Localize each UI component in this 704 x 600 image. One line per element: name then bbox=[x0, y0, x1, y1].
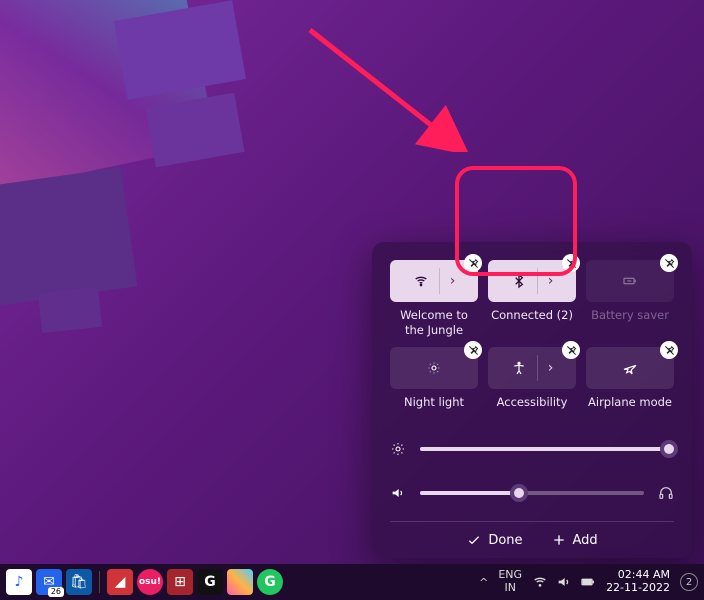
battery-saver-icon bbox=[622, 273, 638, 289]
volume-icon bbox=[390, 485, 406, 501]
night-light-label: Night light bbox=[390, 395, 478, 423]
sliders bbox=[390, 441, 674, 501]
bluetooth-label: Connected (2) bbox=[488, 308, 576, 336]
taskbar-apps: ♪ ✉ 🛍 ◢ osu! ⊞ G G bbox=[6, 569, 283, 595]
night-light-icon bbox=[426, 360, 442, 376]
brightness-row bbox=[390, 441, 674, 457]
language-switcher[interactable]: ENG IN bbox=[498, 569, 522, 594]
mail-icon[interactable]: ✉ bbox=[36, 569, 62, 595]
unpin-icon[interactable] bbox=[660, 254, 678, 272]
taskbar: ♪ ✉ 🛍 ◢ osu! ⊞ G G ^ ENG IN 02:44 AM bbox=[0, 564, 704, 600]
taskbar-separator bbox=[99, 571, 100, 593]
chevron-right-icon[interactable]: › bbox=[450, 273, 456, 289]
taskbar-clock[interactable]: 02:44 AM 22-11-2022 bbox=[606, 569, 670, 594]
store-icon[interactable]: 🛍 bbox=[66, 569, 92, 595]
accessibility-icon bbox=[511, 360, 527, 376]
system-icons[interactable] bbox=[532, 574, 596, 590]
volume-slider[interactable] bbox=[420, 491, 644, 495]
airplane-label: Airplane mode bbox=[586, 395, 674, 423]
osu-icon[interactable]: osu! bbox=[137, 569, 163, 595]
tile-battery-saver: Battery saver bbox=[586, 260, 674, 337]
wifi-tray-icon bbox=[532, 574, 548, 590]
itunes-icon[interactable]: ♪ bbox=[6, 569, 32, 595]
unpin-icon[interactable] bbox=[464, 254, 482, 272]
chevron-right-icon[interactable]: › bbox=[548, 273, 554, 289]
taskbar-system-tray: ^ ENG IN 02:44 AM 22-11-2022 2 bbox=[479, 569, 698, 594]
brightness-icon bbox=[390, 441, 406, 457]
bluetooth-icon bbox=[511, 273, 527, 289]
done-label: Done bbox=[488, 533, 522, 548]
check-icon bbox=[466, 532, 482, 548]
tile-accessibility: › Accessibility bbox=[488, 347, 576, 423]
tile-wifi: › Welcome to the Jungle bbox=[390, 260, 478, 337]
airplane-icon bbox=[622, 360, 638, 376]
unpin-icon[interactable] bbox=[562, 341, 580, 359]
add-button[interactable]: Add bbox=[551, 532, 598, 548]
valorant-icon[interactable]: ◢ bbox=[107, 569, 133, 595]
tile-night-light: Night light bbox=[390, 347, 478, 423]
chevron-right-icon[interactable]: › bbox=[548, 360, 554, 376]
brightness-slider[interactable] bbox=[420, 447, 674, 451]
wifi-label: Welcome to the Jungle bbox=[390, 308, 478, 337]
wifi-icon bbox=[413, 273, 429, 289]
lang-bottom: IN bbox=[498, 582, 522, 595]
accessibility-label: Accessibility bbox=[488, 395, 576, 423]
quick-settings-tiles: › Welcome to the Jungle › Connected (2) bbox=[390, 260, 674, 423]
tile-airplane: Airplane mode bbox=[586, 347, 674, 423]
done-button[interactable]: Done bbox=[466, 532, 522, 548]
tray-overflow-chevron[interactable]: ^ bbox=[479, 576, 488, 589]
unpin-icon[interactable] bbox=[562, 254, 580, 272]
quick-settings-panel: › Welcome to the Jungle › Connected (2) bbox=[372, 242, 692, 558]
quick-settings-footer: Done Add bbox=[390, 521, 674, 548]
notification-count[interactable]: 2 bbox=[680, 573, 698, 591]
plus-icon bbox=[551, 532, 567, 548]
logi-icon[interactable]: G bbox=[197, 569, 223, 595]
unpin-icon[interactable] bbox=[660, 341, 678, 359]
battery-saver-label: Battery saver bbox=[586, 308, 674, 336]
grammarly-icon[interactable]: G bbox=[257, 569, 283, 595]
unpin-icon[interactable] bbox=[464, 341, 482, 359]
office-icon[interactable]: ⊞ bbox=[167, 569, 193, 595]
pixel-icon[interactable] bbox=[227, 569, 253, 595]
clock-date: 22-11-2022 bbox=[606, 582, 670, 595]
audio-output-icon[interactable] bbox=[658, 485, 674, 501]
add-label: Add bbox=[573, 533, 598, 548]
volume-row bbox=[390, 485, 674, 501]
battery-tray-icon bbox=[580, 574, 596, 590]
tile-bluetooth: › Connected (2) bbox=[488, 260, 576, 337]
volume-tray-icon bbox=[556, 574, 572, 590]
